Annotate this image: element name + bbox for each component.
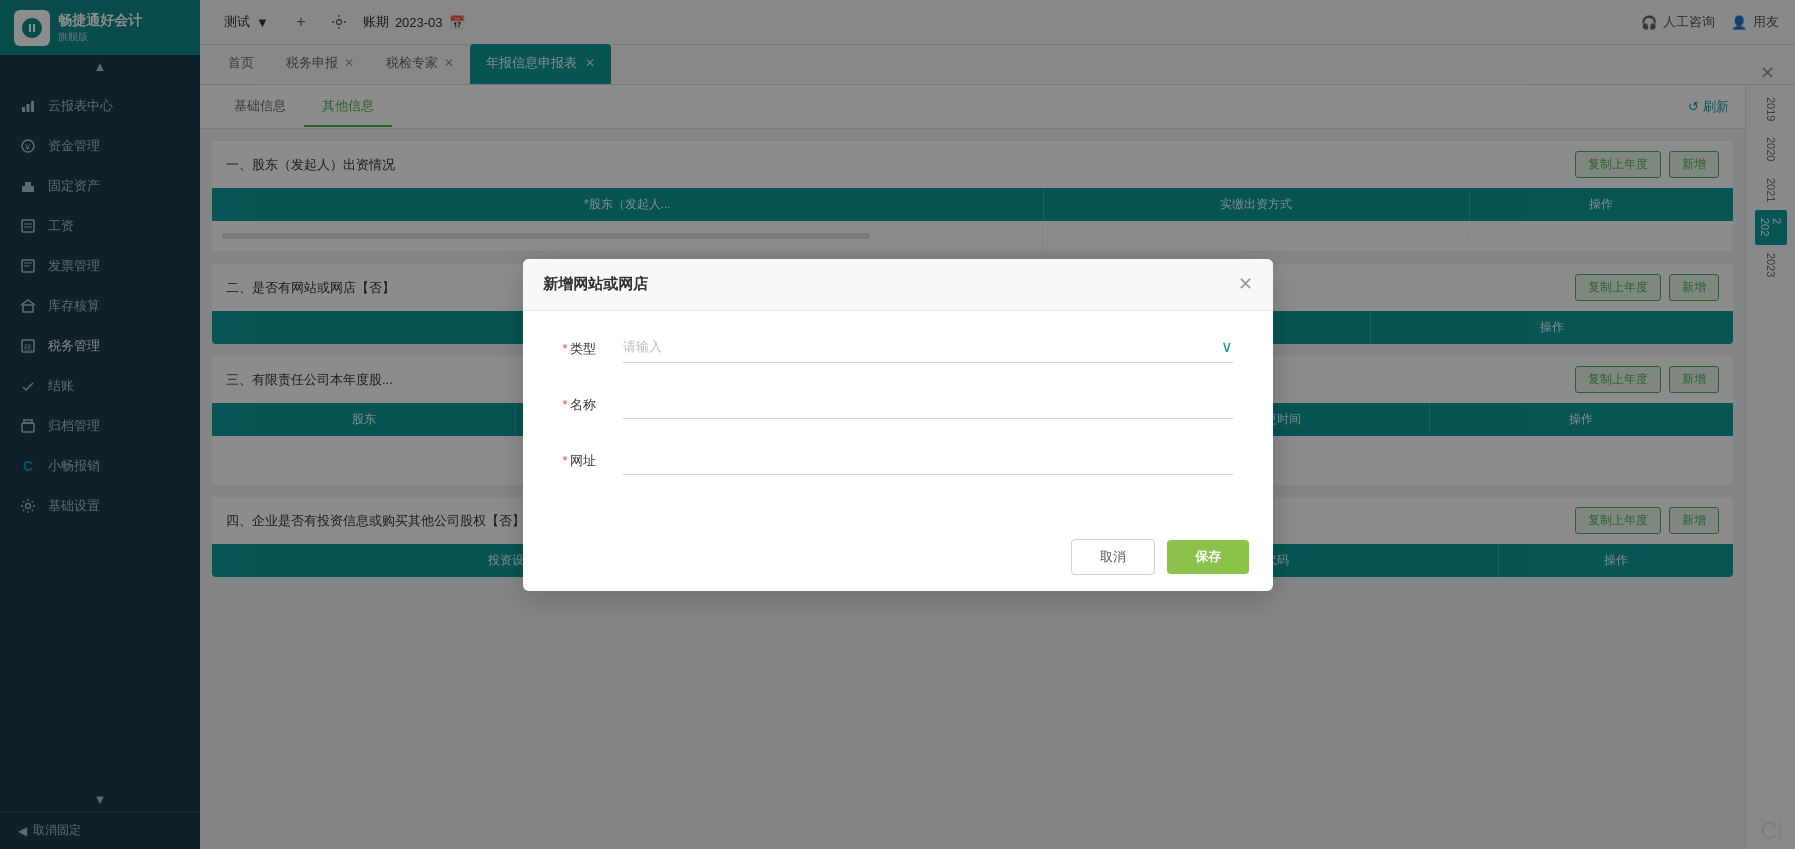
type-dropdown-arrow[interactable]: ∨ xyxy=(1221,337,1233,356)
name-input[interactable] xyxy=(623,391,1233,414)
type-field: ∨ xyxy=(623,335,1233,363)
url-field xyxy=(623,447,1233,475)
name-field xyxy=(623,391,1233,419)
required-star-type: * xyxy=(563,341,568,356)
dialog-body: * 类型 ∨ * 名称 * xyxy=(523,311,1273,523)
type-label: * 类型 xyxy=(563,340,623,358)
required-star-name: * xyxy=(563,397,568,412)
type-input[interactable] xyxy=(623,335,1213,358)
dialog-close-icon[interactable]: ✕ xyxy=(1238,275,1253,293)
required-star-url: * xyxy=(563,453,568,468)
save-button[interactable]: 保存 xyxy=(1167,540,1249,574)
cancel-button[interactable]: 取消 xyxy=(1071,539,1155,575)
modal-overlay: 新增网站或网店 ✕ * 类型 ∨ * 名称 xyxy=(0,0,1795,849)
name-label: * 名称 xyxy=(563,396,623,414)
dialog-header: 新增网站或网店 ✕ xyxy=(523,259,1273,311)
form-row-url: * 网址 xyxy=(563,447,1233,475)
form-row-type: * 类型 ∨ xyxy=(563,335,1233,363)
add-website-dialog: 新增网站或网店 ✕ * 类型 ∨ * 名称 xyxy=(523,259,1273,591)
url-label-text: 网址 xyxy=(570,452,596,470)
url-input[interactable] xyxy=(623,447,1233,470)
name-label-text: 名称 xyxy=(570,396,596,414)
form-row-name: * 名称 xyxy=(563,391,1233,419)
type-label-text: 类型 xyxy=(570,340,596,358)
url-label: * 网址 xyxy=(563,452,623,470)
dialog-footer: 取消 保存 xyxy=(523,523,1273,591)
dialog-title: 新增网站或网店 xyxy=(543,275,648,294)
